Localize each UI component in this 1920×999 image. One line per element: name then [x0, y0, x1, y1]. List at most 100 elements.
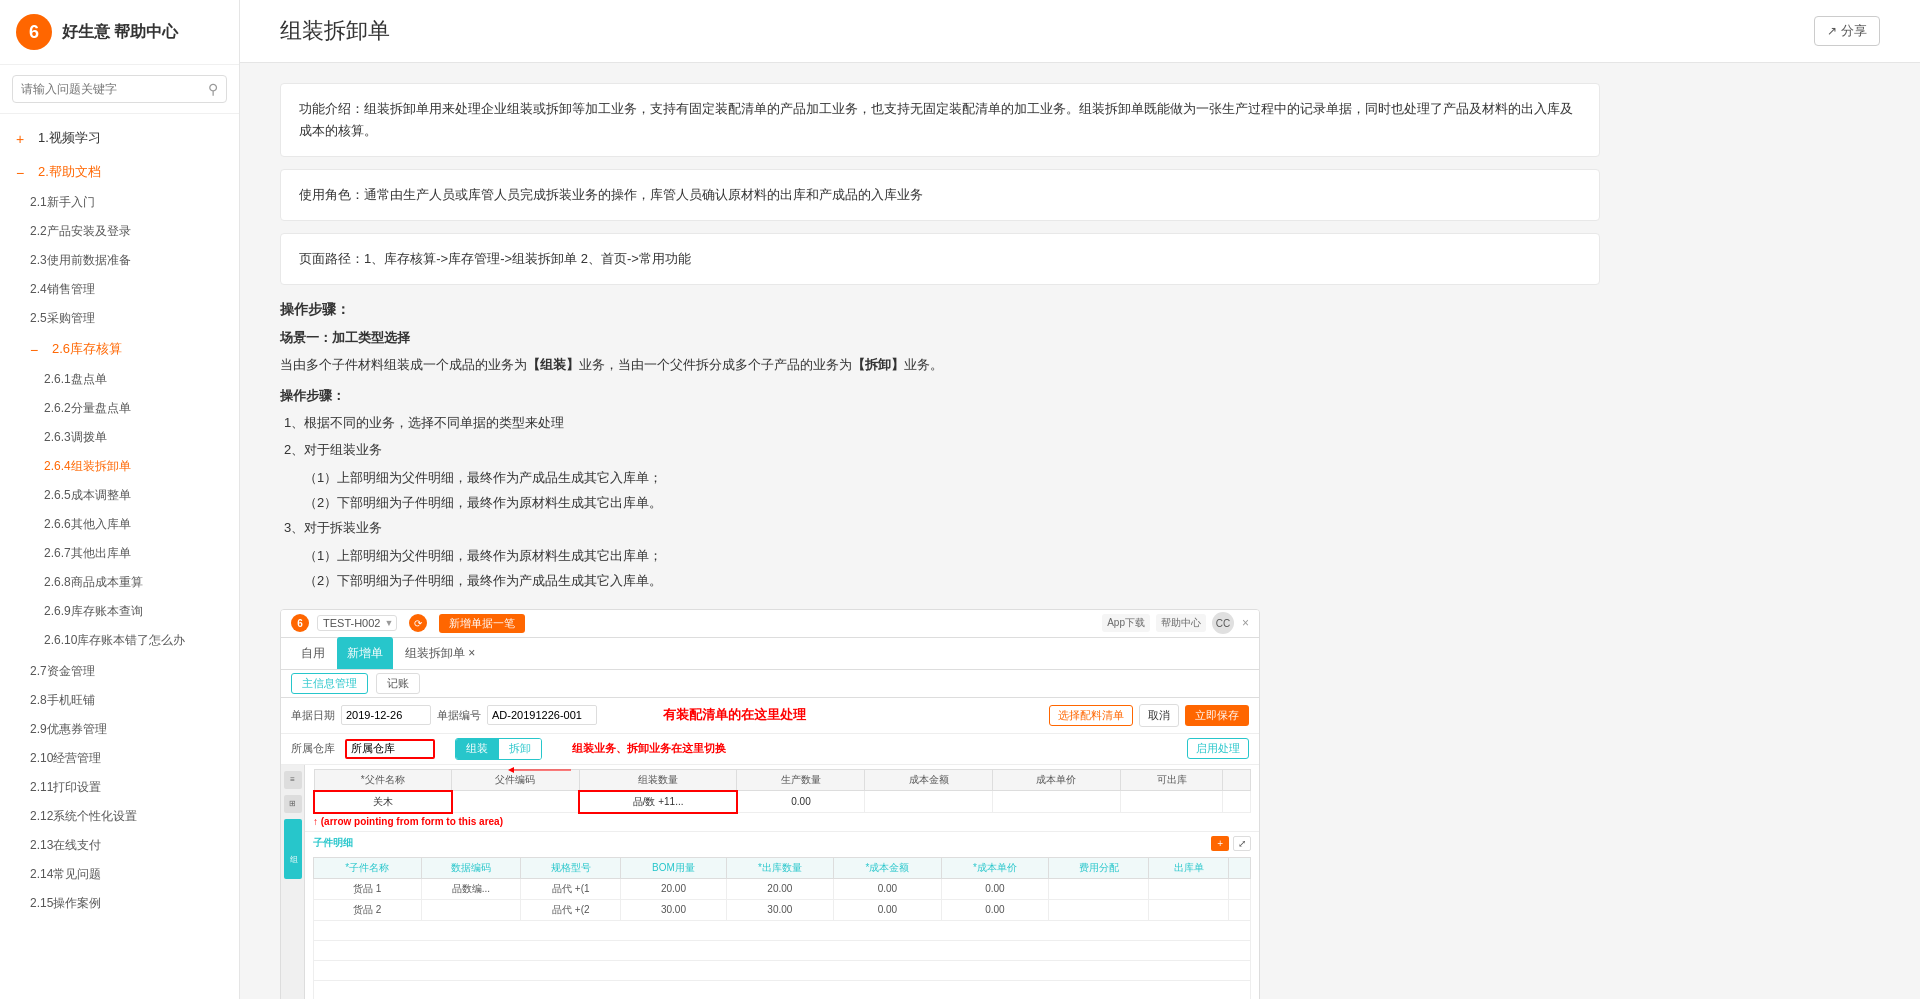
sw-lower-r2-spec: 品代 +(2: [521, 899, 621, 920]
sw-ui: 6 TEST-H002 ▼ ⟳ 新增单据一笔 App下载 帮助中心 CC ×: [281, 610, 1259, 1000]
step1: 1、根据不同的业务，选择不同单据的类型来处理: [280, 411, 1600, 434]
table-row: [314, 980, 1251, 999]
scene1-heading: 场景一：加工类型选择: [280, 329, 1600, 347]
sw-date-input[interactable]: [341, 705, 431, 725]
sidebar-item-212[interactable]: 2.12系统个性化设置: [30, 802, 239, 831]
sw-main-info-btn[interactable]: 主信息管理: [291, 673, 368, 694]
sw-save-btn[interactable]: 立即保存: [1185, 705, 1249, 726]
sidebar-item-261[interactable]: 2.6.1盘点单: [44, 365, 239, 394]
sidebar-item-21[interactable]: 2.1新手入门: [30, 188, 239, 217]
sw-upper-col-available: 可出库: [1120, 769, 1223, 791]
search-area: ⚲: [0, 65, 239, 114]
search-box[interactable]: ⚲: [12, 75, 227, 103]
table-row: [314, 960, 1251, 980]
sw-disassemble-tab[interactable]: 拆卸: [499, 739, 541, 759]
sidebar-item-267[interactable]: 2.6.7其他出库单: [44, 539, 239, 568]
sw-side-tab: 组: [284, 819, 302, 879]
sw-lower-r1-fee: [1049, 878, 1149, 899]
sidebar-item-266[interactable]: 2.6.6其他入库单: [44, 510, 239, 539]
sw-lower-r1-order: [1149, 878, 1229, 899]
sw-upper-row1-action: [1223, 791, 1251, 813]
sw-avatar: CC: [1212, 612, 1234, 634]
sub-26-list: 2.6.1盘点单 2.6.2分量盘点单 2.6.3调拨单 2.6.4组装拆卸单 …: [30, 365, 239, 655]
sw-num-input[interactable]: [487, 705, 597, 725]
content-area: 功能介绍：组装拆卸单用来处理企业组装或拆卸等加工业务，支持有固定装配清单的产品加…: [240, 63, 1640, 999]
sw-lower-col-bom: BOM用量: [621, 857, 726, 878]
table-row: 关木 品/数 +11... 0.00: [314, 791, 1251, 813]
sw-new-record-button[interactable]: 新增单据一笔: [439, 614, 525, 633]
sw-tab-home[interactable]: 自用: [291, 637, 335, 669]
sidebar-item-25[interactable]: 2.5采购管理: [30, 304, 239, 333]
path-block: 页面路径：1、库存核算->库存管理->组装拆卸单 2、首页->常用功能: [280, 233, 1600, 285]
sw-close-icon[interactable]: ×: [1242, 616, 1249, 630]
sidebar-item-268[interactable]: 2.6.8商品成本重算: [44, 568, 239, 597]
sidebar-item-269[interactable]: 2.6.9库存账本查询: [44, 597, 239, 626]
sw-assemble-tab[interactable]: 组装: [456, 739, 499, 759]
page-title: 组装拆卸单: [280, 16, 390, 46]
sidebar-item-264[interactable]: 2.6.4组装拆卸单: [44, 452, 239, 481]
sidebar-item-214[interactable]: 2.14常见问题: [30, 860, 239, 889]
sw-lower-r2-unit: 0.00: [941, 899, 1049, 920]
table-row: [314, 920, 1251, 940]
share-button[interactable]: ↗ 分享: [1814, 16, 1880, 46]
sidebar-item-211[interactable]: 2.11打印设置: [30, 773, 239, 802]
sidebar-item-263[interactable]: 2.6.3调拨单: [44, 423, 239, 452]
sw-warehouse-input[interactable]: [345, 739, 435, 759]
main-content: 组装拆卸单 ↗ 分享 功能介绍：组装拆卸单用来处理企业组装或拆卸等加工业务，支持…: [240, 0, 1920, 999]
sw-tab-new[interactable]: 新增单: [337, 637, 393, 669]
sw-side-icons: ≡ ⊞ 组: [281, 765, 305, 1000]
role-text: 使用角色：通常由生产人员或库管人员完成拆装业务的操作，库管人员确认原材料的出库和…: [299, 187, 923, 202]
plus-icon: +: [16, 131, 30, 145]
sw-lower-col-name: *子件名称: [314, 857, 422, 878]
sw-add-row-btn[interactable]: +: [1211, 836, 1229, 851]
sidebar-item-213[interactable]: 2.13在线支付: [30, 831, 239, 860]
search-icon[interactable]: ⚲: [208, 81, 218, 97]
sw-lower-r2-code: [421, 899, 521, 920]
sw-lower-col-unit: *成本单价: [941, 857, 1049, 878]
sw-select-bom-button[interactable]: 选择配料清单: [1049, 705, 1133, 726]
sidebar-item-2610[interactable]: 2.6.10库存账本错了怎么办: [44, 626, 239, 655]
sidebar-item-label: 1.视频学习: [38, 129, 101, 147]
sw-app-icon: App下载: [1102, 614, 1150, 632]
table-row: 货品 2 品代 +(2 30.00 30.00 0.00 0.00: [314, 899, 1251, 920]
step3-sub2: （2）下部明细为子件明细，最终作为产成品生成其它入库单。: [280, 569, 1600, 592]
sw-type-row: 所属仓库 组装 拆卸 组装业务、拆卸业务在这里切换 启用处理: [281, 734, 1259, 765]
sw-company-name: TEST-H002: [323, 617, 380, 629]
sw-tables-wrapper: *父件名称 父件编码 组装数量 生产数量 成本金额 成本单价 可出库: [305, 765, 1259, 1000]
minus-icon-26: −: [30, 342, 44, 356]
sidebar-item-265[interactable]: 2.6.5成本调整单: [44, 481, 239, 510]
share-label: 分享: [1841, 22, 1867, 40]
sw-help-icon: 帮助中心: [1156, 614, 1206, 632]
sw-lower-r1-spec: 品代 +(1: [521, 878, 621, 899]
sw-processing-btn[interactable]: 启用处理: [1187, 738, 1249, 759]
sw-lower-col-code: 数据编码: [421, 857, 521, 878]
sidebar-item-23[interactable]: 2.3使用前数据准备: [30, 246, 239, 275]
sw-lower-r2-name: 货品 2: [314, 899, 422, 920]
minus-icon: −: [16, 165, 30, 179]
sw-account-btn[interactable]: 记账: [376, 673, 420, 694]
search-input[interactable]: [21, 82, 208, 96]
sidebar-item-28[interactable]: 2.8手机旺铺: [30, 686, 239, 715]
sidebar-item-videos[interactable]: + 1.视频学习: [0, 122, 239, 154]
sidebar-item-29[interactable]: 2.9优惠券管理: [30, 715, 239, 744]
sw-lower-col-op: [1229, 857, 1251, 878]
sw-lower-r2-bom: 30.00: [621, 899, 726, 920]
sw-form-row: 单据日期 单据编号 有装配清单的在这里处理 选择配料清单 取消 立即保存: [281, 698, 1259, 734]
sidebar-item-262[interactable]: 2.6.2分量盘点单: [44, 394, 239, 423]
sw-upper-row1-unit-cost: [992, 791, 1120, 813]
sidebar-item-26[interactable]: − 2.6库存核算: [30, 333, 239, 365]
steps-sub-heading: 操作步骤：: [280, 387, 1600, 405]
sw-tab-assembly[interactable]: 组装拆卸单 ×: [395, 637, 485, 669]
sw-lower-col-cost: *成本金额: [834, 857, 942, 878]
nav-list: + 1.视频学习 − 2.帮助文档 2.1新手入门 2.2产品安装及登录 2.3…: [0, 114, 239, 999]
sidebar-item-27[interactable]: 2.7资金管理: [30, 657, 239, 686]
sidebar-item-docs[interactable]: − 2.帮助文档: [0, 156, 239, 188]
sw-cancel-btn[interactable]: 取消: [1139, 704, 1179, 727]
sw-upper-row1-cost: [865, 791, 993, 813]
sw-expand-icon[interactable]: ⤢: [1233, 836, 1251, 851]
sidebar-item-210[interactable]: 2.10经营管理: [30, 744, 239, 773]
sidebar-item-22[interactable]: 2.2产品安装及登录: [30, 217, 239, 246]
sidebar-item-24[interactable]: 2.4销售管理: [30, 275, 239, 304]
sidebar-item-215[interactable]: 2.15操作案例: [30, 889, 239, 918]
sw-lower-header-row: 子件明细 + ⤢: [313, 836, 1251, 851]
